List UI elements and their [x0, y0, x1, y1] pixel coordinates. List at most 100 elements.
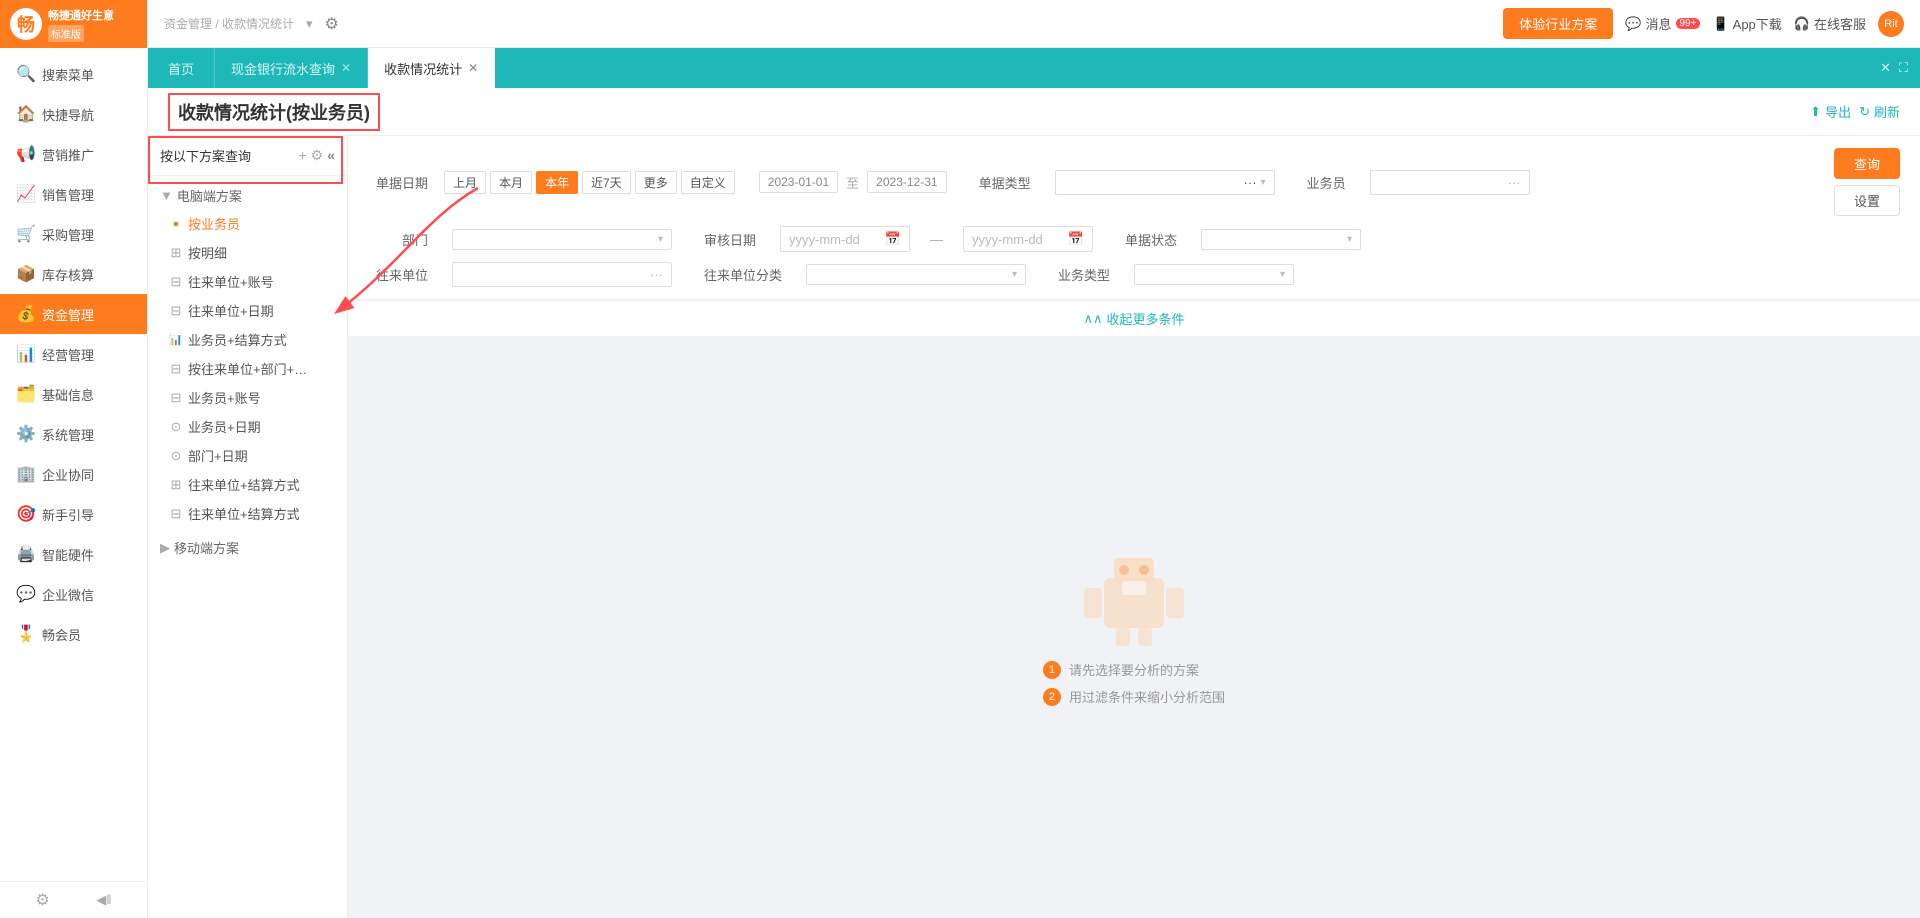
tree-node-partner-settle2[interactable]: ⊞ 往来单位+结算方式 [156, 470, 347, 499]
tree-node-partner-settle3[interactable]: ⊟ 往来单位+结算方式 [156, 499, 347, 528]
date-btn-this-year[interactable]: 本年 [536, 171, 578, 194]
tab-receipt-stats[interactable]: 收款情况统计 ✕ [368, 48, 495, 88]
topbar-online-service[interactable]: 🎧 在线客服 [1794, 14, 1866, 33]
sidebar-item-corp[interactable]: 🏢 企业协同 [0, 454, 147, 494]
query-btn[interactable]: 查询 [1834, 148, 1900, 179]
maximize-window-icon[interactable]: ⛶ [1899, 60, 1908, 76]
tree-node-salesman-date[interactable]: ⊙ 业务员+日期 [156, 412, 347, 441]
sales-icon: 📈 [16, 184, 34, 204]
tree-node-salesman-settle[interactable]: 📊 业务员+结算方式 [156, 325, 347, 354]
sidebar-settings-btn[interactable]: ⚙ [35, 890, 49, 910]
settings-btn[interactable]: 设置 [1834, 185, 1900, 216]
audit-date-to[interactable]: yyyy-mm-dd 📅 [963, 226, 1093, 252]
dept-chevron: ▾ [658, 234, 663, 245]
node-detail-icon: ⊞ [168, 245, 184, 261]
sidebar-item-basic[interactable]: 🗂️ 基础信息 [0, 374, 147, 414]
step-1-num: 1 [1043, 661, 1061, 679]
date-btn-last-month[interactable]: 上月 [444, 171, 486, 194]
calendar-from-icon[interactable]: 📅 [885, 231, 901, 247]
sidebar-item-finance[interactable]: 💰 资金管理 [0, 294, 147, 334]
collapse-label: 收起更多条件 [1107, 309, 1185, 328]
partner-cat-chevron: ▾ [1012, 269, 1017, 280]
audit-date-from-placeholder: yyyy-mm-dd [789, 232, 860, 247]
topbar-gear-icon[interactable]: ⚙ [325, 14, 339, 34]
sidebar-item-purchase[interactable]: 🛒 采购管理 [0, 214, 147, 254]
sidebar-bottom: ⚙ ◀‖ [0, 881, 147, 918]
breadcrumb-dropdown-icon[interactable]: ▾ [306, 16, 313, 32]
step-1-text: 请先选择要分析的方案 [1069, 660, 1199, 679]
wechat-icon: 💬 [16, 584, 34, 604]
tree-parent-desktop[interactable]: ▼ 电脑端方案 [148, 180, 347, 209]
sidebar-item-system[interactable]: ⚙️ 系统管理 [0, 414, 147, 454]
page-title: 收款情况统计(按业务员) [168, 93, 380, 131]
date-btn-more[interactable]: 更多 [635, 171, 677, 194]
guide-icon: 🎯 [16, 504, 34, 524]
topbar-user[interactable]: Rit [1878, 11, 1904, 37]
topbar-message[interactable]: 💬 消息 99+ [1625, 14, 1700, 33]
date-to[interactable]: 2023-12-31 [867, 171, 946, 193]
collapse-bar[interactable]: ∧∧ 收起更多条件 [348, 300, 1920, 336]
filter-row-3: 往来单位 ··· 往来单位分类 ▾ 业务类型 [368, 262, 1900, 287]
tree-node-partner-account[interactable]: ⊟ 往来单位+账号 [156, 267, 347, 296]
export-btn[interactable]: ⬆ 导出 [1810, 102, 1851, 121]
date-range-display: 2023-01-01 至 2023-12-31 [759, 171, 947, 193]
message-label: 消息 [1645, 14, 1671, 33]
partner-cat-select[interactable]: ▾ [806, 264, 1026, 285]
biz-type-select[interactable]: ▾ [1134, 264, 1294, 285]
sidebar-item-hardware[interactable]: 🖨️ 智能硬件 [0, 534, 147, 574]
tree-node-dept-date[interactable]: ⊙ 部门+日期 [156, 441, 347, 470]
date-btn-this-month[interactable]: 本月 [490, 171, 532, 194]
sidebar-item-wechat[interactable]: 💬 企业微信 [0, 574, 147, 614]
tree-node-by-detail[interactable]: ⊞ 按明细 [156, 238, 347, 267]
refresh-btn[interactable]: ↻ 刷新 [1859, 102, 1900, 121]
tab-bank-flow-close-icon[interactable]: ✕ [341, 61, 351, 75]
salesman-select[interactable]: ··· [1370, 170, 1530, 195]
tree-parent-mobile[interactable]: ▶ 移动端方案 [148, 532, 347, 561]
sidebar-item-operation[interactable]: 📊 经营管理 [0, 334, 147, 374]
trial-btn[interactable]: 体验行业方案 [1503, 8, 1613, 39]
breadcrumb: 资金管理 / 收款情况统计 [164, 15, 294, 32]
tree-node-partner-date[interactable]: ⊟ 往来单位+日期 [156, 296, 347, 325]
date-from[interactable]: 2023-01-01 [759, 171, 838, 193]
sidebar-item-inventory[interactable]: 📦 库存核算 [0, 254, 147, 294]
topbar: 资金管理 / 收款情况统计 ▾ ⚙ 体验行业方案 💬 消息 99+ 📱 App下… [148, 0, 1920, 48]
date-btn-custom[interactable]: 自定义 [681, 171, 735, 194]
partner-select[interactable]: ··· [452, 262, 672, 287]
left-panel: 按以下方案查询 + ⚙ « ▼ 电脑端方案 ● 按业 [148, 136, 348, 918]
tab-home[interactable]: 首页 [148, 48, 215, 88]
sidebar-item-search-menu[interactable]: 🔍 搜索菜单 [0, 54, 147, 94]
node-partner-date-icon: ⊟ [168, 303, 184, 319]
hardware-icon: 🖨️ [16, 544, 34, 564]
date-btn-7days[interactable]: 近7天 [582, 171, 631, 194]
audit-date-from[interactable]: yyyy-mm-dd 📅 [780, 226, 910, 252]
tree-toggle-icon: ▼ [160, 188, 173, 203]
sidebar-item-quick-nav[interactable]: 🏠 快捷导航 [0, 94, 147, 134]
type-select[interactable]: ··· ▾ [1055, 170, 1275, 195]
audit-date-label: 审核日期 [704, 230, 756, 249]
node-partner-settle2-icon: ⊞ [168, 477, 184, 493]
tab-receipt-stats-close-icon[interactable]: ✕ [468, 61, 478, 75]
sidebar-item-marketing[interactable]: 📢 营销推广 [0, 134, 147, 174]
add-scheme-btn[interactable]: + [298, 147, 306, 164]
sidebar-item-member[interactable]: 🎖️ 畅会员 [0, 614, 147, 654]
close-window-icon[interactable]: ✕ [1880, 60, 1891, 76]
sidebar-item-sales[interactable]: 📈 销售管理 [0, 174, 147, 214]
status-select[interactable]: ▾ [1201, 229, 1361, 250]
app-download-icon: 📱 [1712, 16, 1728, 32]
tree-node-salesman-account[interactable]: ⊟ 业务员+账号 [156, 383, 347, 412]
calendar-to-icon[interactable]: 📅 [1068, 231, 1084, 247]
topbar-app-download[interactable]: 📱 App下载 [1712, 14, 1781, 33]
tab-bank-flow[interactable]: 现金银行流水查询 ✕ [215, 48, 368, 88]
operation-icon: 📊 [16, 344, 34, 364]
sidebar-collapse-btn[interactable]: ◀‖ [96, 892, 111, 908]
step-2-num: 2 [1043, 688, 1061, 706]
type-label: 单据类型 [979, 173, 1031, 192]
content-wrapper: 按以下方案查询 + ⚙ « ▼ 电脑端方案 ● 按业 [148, 136, 1920, 918]
window-buttons: ✕ ⛶ [1880, 60, 1920, 76]
dept-select[interactable]: ▾ [452, 229, 672, 250]
sidebar-item-guide[interactable]: 🎯 新手引导 [0, 494, 147, 534]
scheme-settings-icon[interactable]: ⚙ [311, 147, 324, 164]
tree-node-partner-dept[interactable]: ⊟ 按往来单位+部门+收... [156, 354, 347, 383]
tree-node-by-salesman[interactable]: ● 按业务员 [156, 209, 347, 238]
panel-collapse-icon[interactable]: « [327, 147, 335, 164]
